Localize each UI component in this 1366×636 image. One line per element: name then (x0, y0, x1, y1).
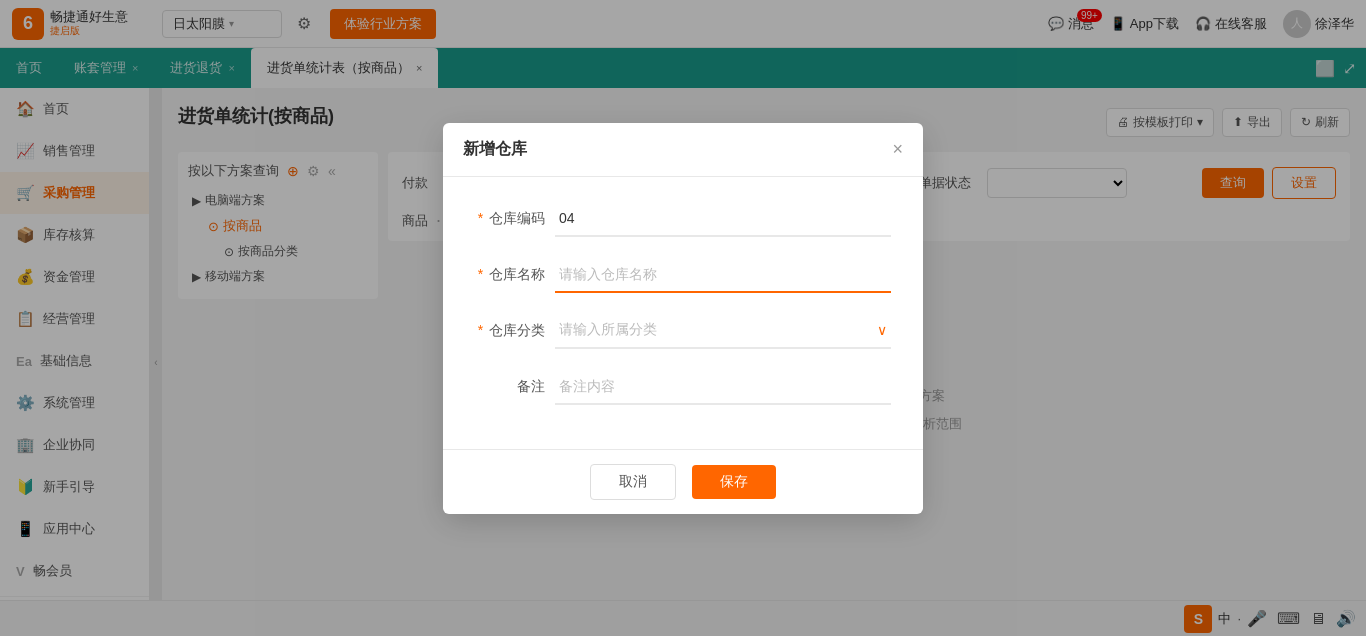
name-label: * 仓库名称 (475, 266, 555, 284)
form-row-name: * 仓库名称 (475, 257, 891, 293)
name-required-star: * (478, 266, 483, 282)
category-select[interactable]: 请输入所属分类 ∨ (555, 313, 891, 349)
category-required-star: * (478, 322, 483, 338)
category-label: * 仓库分类 (475, 322, 555, 340)
category-dropdown-arrow: ∨ (877, 322, 887, 338)
code-input[interactable] (555, 201, 891, 237)
form-row-note: 备注 (475, 369, 891, 405)
modal-close-button[interactable]: × (892, 139, 903, 160)
modal-header: 新增仓库 × (443, 123, 923, 177)
modal-overlay[interactable]: 新增仓库 × * 仓库编码 * 仓库名称 (0, 0, 1366, 636)
note-label: 备注 (475, 378, 555, 396)
modal-footer: 取消 保存 (443, 449, 923, 514)
code-required-star: * (478, 210, 483, 226)
modal-body: * 仓库编码 * 仓库名称 * 仓库分类 请输入 (443, 177, 923, 449)
name-input[interactable] (555, 257, 891, 293)
cancel-button[interactable]: 取消 (590, 464, 676, 500)
modal-new-warehouse: 新增仓库 × * 仓库编码 * 仓库名称 (443, 123, 923, 514)
category-placeholder: 请输入所属分类 (559, 321, 657, 339)
note-input[interactable] (555, 369, 891, 405)
save-button[interactable]: 保存 (692, 465, 776, 499)
form-row-code: * 仓库编码 (475, 201, 891, 237)
modal-title: 新增仓库 (463, 139, 527, 160)
form-row-category: * 仓库分类 请输入所属分类 ∨ (475, 313, 891, 349)
code-label: * 仓库编码 (475, 210, 555, 228)
